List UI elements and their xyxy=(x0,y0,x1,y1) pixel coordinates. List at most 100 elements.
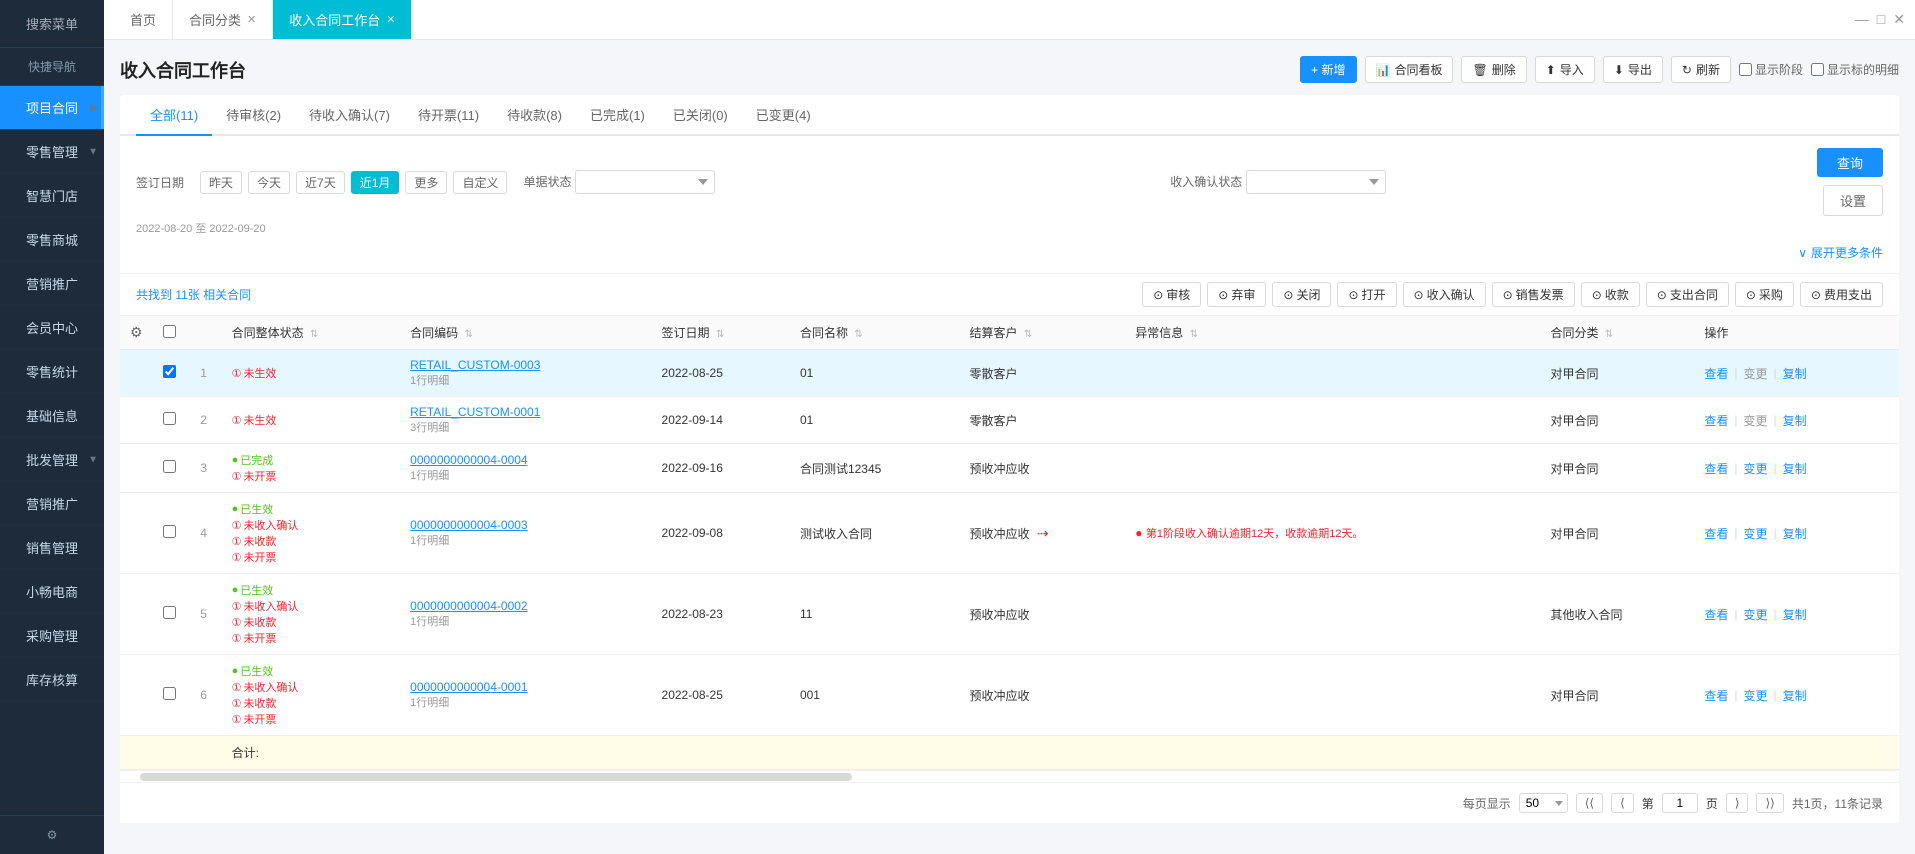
first-page-button[interactable]: ⟨⟨ xyxy=(1576,793,1603,813)
row-checkbox-2[interactable] xyxy=(163,412,176,425)
toolbar-sales-invoice[interactable]: ⊙ 销售发票 xyxy=(1492,282,1575,307)
sort-icon-category[interactable]: ⇅ xyxy=(1605,329,1613,340)
view-link-2[interactable]: 查看 xyxy=(1704,412,1728,429)
contract-link-4[interactable]: 0000000000004-0003 xyxy=(410,518,527,532)
sort-icon-customer[interactable]: ⇅ xyxy=(1024,329,1032,340)
set-button[interactable]: 设置 xyxy=(1823,185,1883,216)
status-tab-pending-payment[interactable]: 待收款(8) xyxy=(493,95,576,136)
copy-link-3[interactable]: 复制 xyxy=(1783,460,1807,477)
toolbar-collect[interactable]: ⊙ 收款 xyxy=(1581,282,1640,307)
maximize-icon[interactable]: □ xyxy=(1877,11,1885,28)
show-stages-checkbox[interactable]: 显示阶段 xyxy=(1739,61,1803,78)
tab-contract-cat[interactable]: 合同分类 ✕ xyxy=(173,0,273,39)
new-button[interactable]: + 新增 xyxy=(1300,56,1356,83)
sidebar-item-smart-store[interactable]: 智慧门店 xyxy=(0,174,104,218)
row-checkbox-4[interactable] xyxy=(163,525,176,538)
status-tab-pending-invoice[interactable]: 待开票(11) xyxy=(404,95,493,136)
sort-icon-code[interactable]: ⇅ xyxy=(465,329,473,340)
edit-link-6[interactable]: 变更 xyxy=(1744,687,1768,704)
sidebar-item-base-info[interactable]: 基础信息 xyxy=(0,394,104,438)
view-link-4[interactable]: 查看 xyxy=(1704,525,1728,542)
edit-link-2[interactable]: 变更 xyxy=(1744,412,1768,429)
sidebar-item-retail-stats[interactable]: 零售统计 xyxy=(0,350,104,394)
view-link-3[interactable]: 查看 xyxy=(1704,460,1728,477)
tab-close-income-workbench[interactable]: ✕ xyxy=(386,13,395,26)
copy-link-4[interactable]: 复制 xyxy=(1783,525,1807,542)
delete-button[interactable]: 🗑 删除 xyxy=(1461,56,1526,83)
status-tab-completed[interactable]: 已完成(1) xyxy=(576,95,659,136)
row-checkbox-3[interactable] xyxy=(163,460,176,473)
sidebar-item-sales[interactable]: 销售管理 xyxy=(0,526,104,570)
contract-link-3[interactable]: 0000000000004-0004 xyxy=(410,453,527,467)
toolbar-open[interactable]: ⊙ 打开 xyxy=(1337,282,1396,307)
view-link-1[interactable]: 查看 xyxy=(1704,365,1728,382)
contract-link-1[interactable]: RETAIL_CUSTOM-0003 xyxy=(410,358,540,372)
import-button[interactable]: ⬆ 导入 xyxy=(1535,56,1595,83)
date-today[interactable]: 今天 xyxy=(248,171,290,194)
row-checkbox-5[interactable] xyxy=(163,606,176,619)
sidebar-item-marketing2[interactable]: 营销推广 xyxy=(0,482,104,526)
sidebar-item-ecommerce[interactable]: 小畅电商 xyxy=(0,570,104,614)
export-button[interactable]: ⬇ 导出 xyxy=(1603,56,1663,83)
toolbar-purchase[interactable]: ⊙ 采购 xyxy=(1735,282,1794,307)
income-confirm-select[interactable] xyxy=(1246,170,1386,194)
date-1month[interactable]: 近1月 xyxy=(351,171,400,194)
row-checkbox-6[interactable] xyxy=(163,687,176,700)
toolbar-income-confirm[interactable]: ⊙ 收入确认 xyxy=(1403,282,1486,307)
copy-link-5[interactable]: 复制 xyxy=(1783,606,1807,623)
sidebar-item-project[interactable]: 项目合同 ▶ xyxy=(0,86,104,130)
sidebar-item-wholesale[interactable]: 批发管理 ▼ xyxy=(0,438,104,482)
tab-close-contract-cat[interactable]: ✕ xyxy=(247,13,256,26)
sort-icon-date[interactable]: ⇅ xyxy=(716,329,724,340)
column-settings-icon[interactable]: ⚙ xyxy=(130,324,143,340)
copy-link-6[interactable]: 复制 xyxy=(1783,687,1807,704)
last-page-button[interactable]: ⟩⟩ xyxy=(1756,793,1783,813)
edit-link-4[interactable]: 变更 xyxy=(1744,525,1768,542)
copy-link-1[interactable]: 复制 xyxy=(1783,365,1807,382)
toolbar-review[interactable]: ⊙ 审核 xyxy=(1142,282,1201,307)
sidebar-quick-nav[interactable]: 快捷导航 xyxy=(0,48,104,86)
page-number-input[interactable] xyxy=(1662,793,1698,813)
sort-icon-exception[interactable]: ⇅ xyxy=(1190,329,1198,340)
sidebar-settings[interactable]: ⚙ xyxy=(0,815,104,854)
refresh-button[interactable]: ↻ 刷新 xyxy=(1671,56,1731,83)
status-tab-all[interactable]: 全部(11) xyxy=(136,95,212,136)
tab-income-workbench[interactable]: 收入合同工作台 ✕ xyxy=(273,0,412,39)
doc-status-select[interactable] xyxy=(575,170,715,194)
edit-link-1[interactable]: 变更 xyxy=(1744,365,1768,382)
contract-link-5[interactable]: 0000000000004-0002 xyxy=(410,599,527,613)
date-custom[interactable]: 自定义 xyxy=(453,171,507,194)
expand-filter-button[interactable]: ∨ 展开更多条件 xyxy=(1798,244,1883,261)
close-icon[interactable]: ✕ xyxy=(1893,11,1905,28)
sidebar-item-inventory[interactable]: 库存核算 xyxy=(0,658,104,702)
sidebar-item-member[interactable]: 会员中心 xyxy=(0,306,104,350)
status-tab-changed[interactable]: 已变更(4) xyxy=(742,95,825,136)
tab-home[interactable]: 首页 xyxy=(114,0,173,39)
sidebar-search[interactable]: 搜索菜单 xyxy=(0,0,104,48)
status-tab-pending-review[interactable]: 待审核(2) xyxy=(212,95,295,136)
toolbar-close[interactable]: ⊙ 关闭 xyxy=(1272,282,1331,307)
toolbar-abandon[interactable]: ⊙ 弃审 xyxy=(1207,282,1266,307)
minimize-icon[interactable]: — xyxy=(1855,11,1869,28)
page-size-select[interactable]: 50 10 20 100 xyxy=(1519,793,1568,813)
sort-icon-status[interactable]: ⇅ xyxy=(310,329,318,340)
toolbar-expense-out[interactable]: ⊙ 费用支出 xyxy=(1800,282,1883,307)
row-checkbox-1[interactable] xyxy=(163,365,176,378)
contract-link-2[interactable]: RETAIL_CUSTOM-0001 xyxy=(410,405,540,419)
status-tab-pending-confirm[interactable]: 待收入确认(7) xyxy=(295,95,404,136)
sidebar-item-retail[interactable]: 零售管理 ▼ xyxy=(0,130,104,174)
next-page-button[interactable]: ⟩ xyxy=(1726,793,1749,813)
date-more[interactable]: 更多 xyxy=(405,171,447,194)
edit-link-3[interactable]: 变更 xyxy=(1744,460,1768,477)
sidebar-item-marketing[interactable]: 营销推广 xyxy=(0,262,104,306)
toolbar-expense-contract[interactable]: ⊙ 支出合同 xyxy=(1646,282,1729,307)
dashboard-button[interactable]: 📊 合同看板 xyxy=(1365,56,1454,83)
scroll-thumb[interactable] xyxy=(140,773,852,781)
show-details-checkbox[interactable]: 显示标的明细 xyxy=(1811,61,1899,78)
view-link-6[interactable]: 查看 xyxy=(1704,687,1728,704)
sidebar-item-retail-mall[interactable]: 零售商城 xyxy=(0,218,104,262)
date-yesterday[interactable]: 昨天 xyxy=(200,171,242,194)
view-link-5[interactable]: 查看 xyxy=(1704,606,1728,623)
sort-icon-name[interactable]: ⇅ xyxy=(854,329,862,340)
status-tab-closed[interactable]: 已关闭(0) xyxy=(659,95,742,136)
